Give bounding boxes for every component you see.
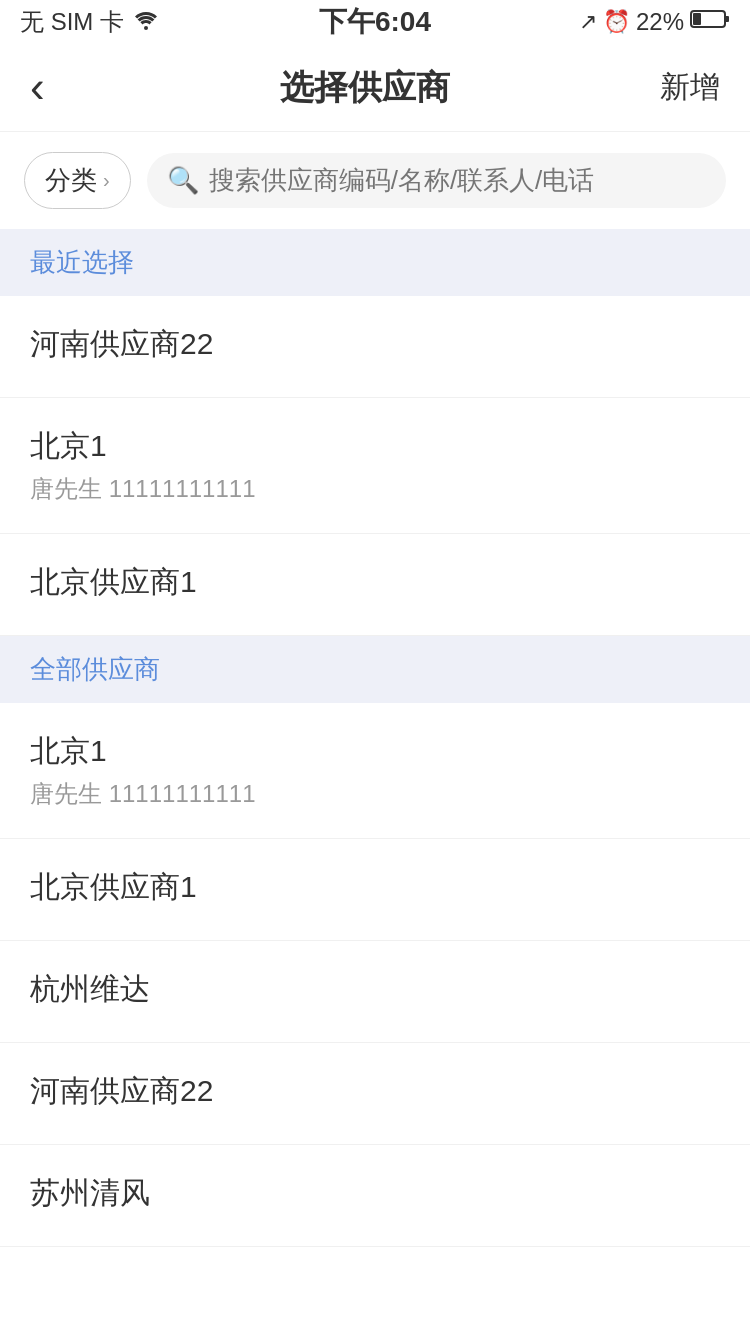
svg-rect-2 (725, 16, 729, 22)
page-title: 选择供应商 (90, 65, 640, 111)
alarm-icon: ⏰ (603, 9, 630, 35)
list-item[interactable]: 北京供应商1 (0, 534, 750, 636)
supplier-name: 北京供应商1 (30, 867, 720, 908)
status-right: ↗ ⏰ 22% (579, 8, 730, 36)
supplier-name: 北京供应商1 (30, 562, 720, 603)
category-filter-button[interactable]: 分类 › (24, 152, 131, 209)
list-item[interactable]: 北京1 唐先生 11111111111 (0, 398, 750, 534)
section-header-text: 最近选择 (30, 247, 134, 277)
supplier-contact: 唐先生 11111111111 (30, 778, 720, 810)
filter-bar: 分类 › 🔍 (0, 132, 750, 229)
wifi-icon (132, 8, 160, 36)
supplier-name: 河南供应商22 (30, 1071, 720, 1112)
list-item[interactable]: 苏州清风 (0, 1145, 750, 1247)
section-header-text: 全部供应商 (30, 654, 160, 684)
supplier-name: 北京1 (30, 731, 720, 772)
list-item[interactable]: 北京1 唐先生 11111111111 (0, 703, 750, 839)
supplier-name: 河南供应商22 (30, 324, 720, 365)
list-item[interactable]: 杭州维达 (0, 941, 750, 1043)
supplier-contact: 唐先生 11111111111 (30, 473, 720, 505)
back-button[interactable]: ‹ (30, 65, 90, 111)
section-header-all: 全部供应商 (0, 636, 750, 703)
search-box[interactable]: 🔍 (147, 153, 726, 208)
carrier-text: 无 SIM 卡 (20, 6, 124, 38)
svg-rect-3 (693, 13, 701, 25)
location-icon: ↗ (579, 9, 597, 35)
search-input[interactable] (209, 165, 706, 196)
list-item[interactable]: 北京供应商1 (0, 839, 750, 941)
battery-text: 22% (636, 8, 684, 36)
category-label: 分类 (45, 163, 97, 198)
status-time: 下午6:04 (319, 3, 431, 41)
back-icon: ‹ (30, 62, 45, 111)
nav-bar: ‹ 选择供应商 新增 (0, 44, 750, 132)
supplier-name: 北京1 (30, 426, 720, 467)
supplier-name: 苏州清风 (30, 1173, 720, 1214)
section-header-recent: 最近选择 (0, 229, 750, 296)
svg-point-0 (144, 26, 148, 30)
status-bar: 无 SIM 卡 下午6:04 ↗ ⏰ 22% (0, 0, 750, 44)
add-button[interactable]: 新增 (640, 67, 720, 108)
list-item[interactable]: 河南供应商22 (0, 1043, 750, 1145)
search-icon: 🔍 (167, 165, 199, 196)
status-left: 无 SIM 卡 (20, 6, 160, 38)
chevron-right-icon: › (103, 169, 110, 192)
supplier-name: 杭州维达 (30, 969, 720, 1010)
supplier-list: 最近选择河南供应商22 北京1 唐先生 11111111111 北京供应商1 全部供应商… (0, 229, 750, 1247)
battery-icon (690, 8, 730, 36)
list-item[interactable]: 河南供应商22 (0, 296, 750, 398)
